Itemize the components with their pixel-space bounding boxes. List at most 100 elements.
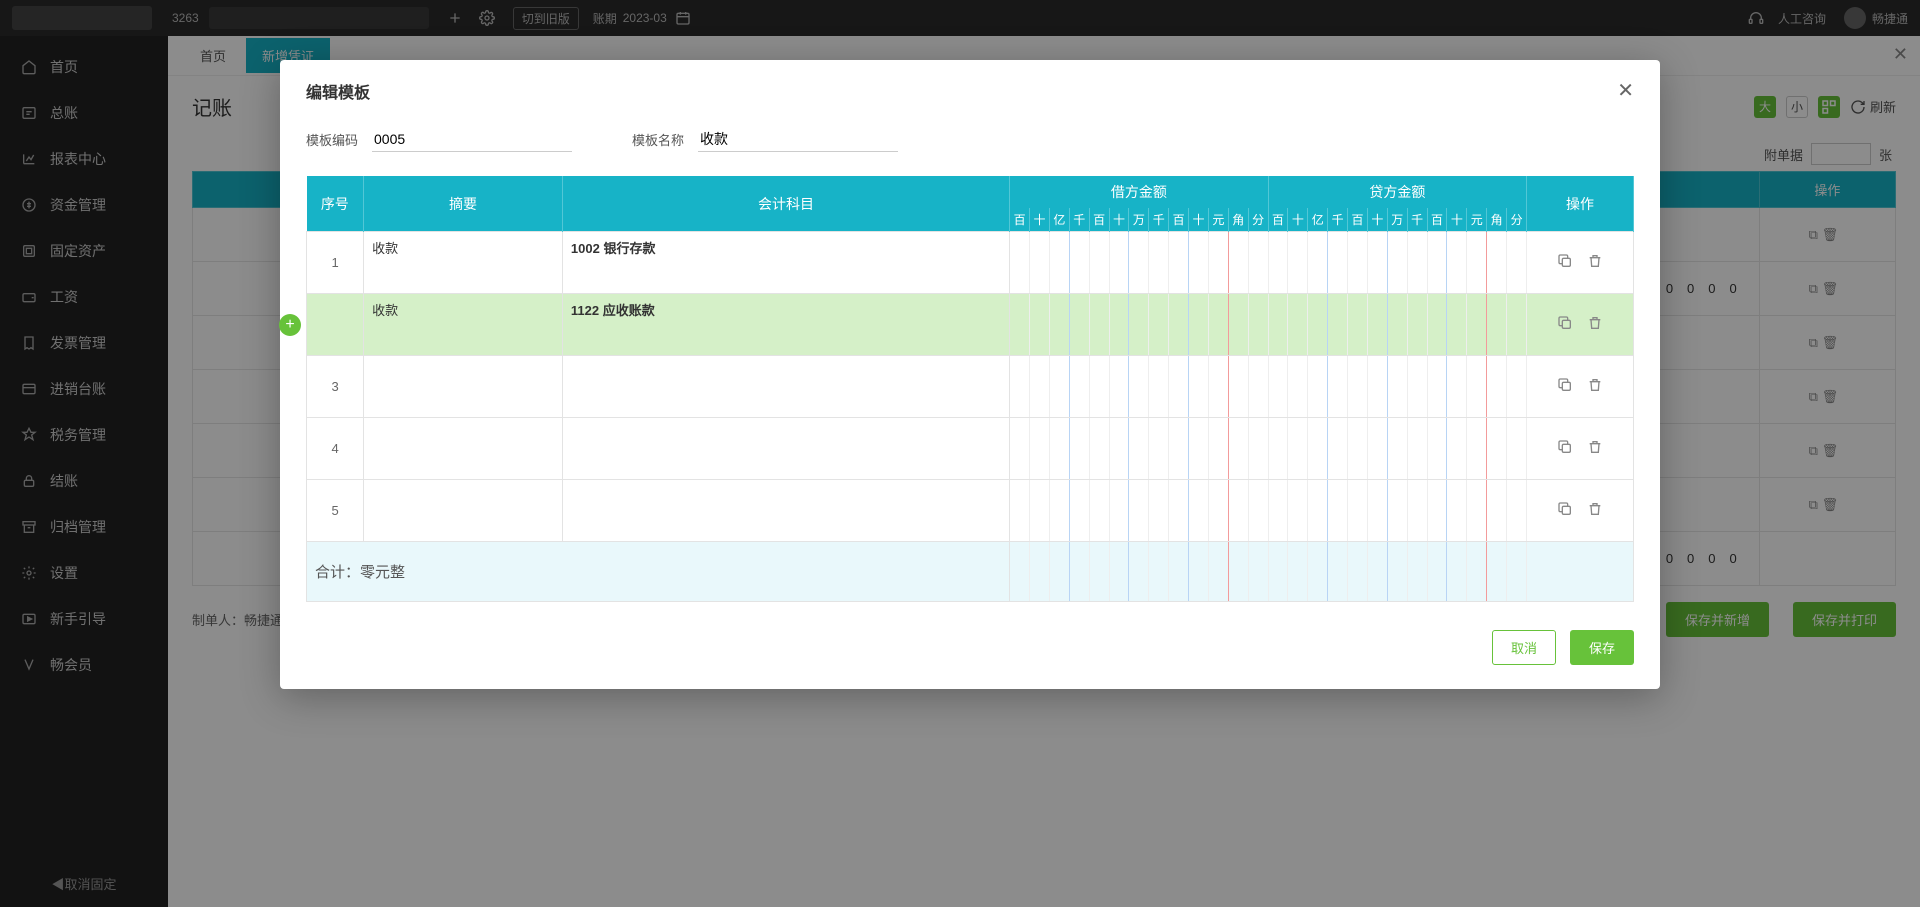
delete-icon[interactable] <box>1587 253 1603 272</box>
amount-digit[interactable] <box>1089 542 1109 602</box>
amount-digit[interactable] <box>1387 542 1407 602</box>
amount-digit[interactable] <box>1487 480 1507 542</box>
amount-digit[interactable] <box>1069 418 1089 480</box>
amount-digit[interactable] <box>1387 418 1407 480</box>
amount-digit[interactable] <box>1129 480 1149 542</box>
amount-digit[interactable] <box>1348 418 1368 480</box>
amount-digit[interactable] <box>1109 294 1129 356</box>
amount-digit[interactable] <box>1407 418 1427 480</box>
amount-digit[interactable] <box>1447 294 1467 356</box>
copy-icon[interactable] <box>1557 253 1573 272</box>
amount-digit[interactable] <box>1288 356 1308 418</box>
amount-digit[interactable] <box>1030 294 1050 356</box>
amount-digit[interactable] <box>1149 480 1169 542</box>
amount-digit[interactable] <box>1348 232 1368 294</box>
amount-digit[interactable] <box>1169 356 1189 418</box>
amount-digit[interactable] <box>1030 418 1050 480</box>
amount-digit[interactable] <box>1248 418 1268 480</box>
amount-digit[interactable] <box>1228 480 1248 542</box>
amount-digit[interactable] <box>1348 356 1368 418</box>
amount-digit[interactable] <box>1248 294 1268 356</box>
amount-digit[interactable] <box>1049 480 1069 542</box>
amount-digit[interactable] <box>1328 356 1348 418</box>
amount-digit[interactable] <box>1169 418 1189 480</box>
amount-digit[interactable] <box>1169 294 1189 356</box>
amount-digit[interactable] <box>1367 294 1387 356</box>
amount-digit[interactable] <box>1208 542 1228 602</box>
amount-digit[interactable] <box>1467 480 1487 542</box>
amount-digit[interactable] <box>1248 232 1268 294</box>
amount-digit[interactable] <box>1328 542 1348 602</box>
amount-digit[interactable] <box>1487 294 1507 356</box>
amount-digit[interactable] <box>1109 480 1129 542</box>
amount-digit[interactable] <box>1129 356 1149 418</box>
amount-digit[interactable] <box>1487 232 1507 294</box>
amount-digit[interactable] <box>1189 480 1209 542</box>
amount-digit[interactable] <box>1407 480 1427 542</box>
row-account[interactable]: 1002 银行存款 <box>562 232 1009 294</box>
amount-digit[interactable] <box>1069 294 1089 356</box>
amount-digit[interactable] <box>1109 232 1129 294</box>
amount-digit[interactable] <box>1348 542 1368 602</box>
amount-digit[interactable] <box>1228 542 1248 602</box>
amount-digit[interactable] <box>1308 356 1328 418</box>
amount-digit[interactable] <box>1407 294 1427 356</box>
amount-digit[interactable] <box>1089 294 1109 356</box>
amount-digit[interactable] <box>1030 542 1050 602</box>
amount-digit[interactable] <box>1308 232 1328 294</box>
row-summary[interactable] <box>364 480 563 542</box>
row-account[interactable] <box>562 480 1009 542</box>
amount-digit[interactable] <box>1348 480 1368 542</box>
amount-digit[interactable] <box>1407 356 1427 418</box>
amount-digit[interactable] <box>1208 294 1228 356</box>
amount-digit[interactable] <box>1189 542 1209 602</box>
amount-digit[interactable] <box>1308 480 1328 542</box>
amount-digit[interactable] <box>1507 232 1527 294</box>
copy-icon[interactable] <box>1557 377 1573 396</box>
amount-digit[interactable] <box>1367 232 1387 294</box>
amount-digit[interactable] <box>1447 418 1467 480</box>
amount-digit[interactable] <box>1030 356 1050 418</box>
amount-digit[interactable] <box>1328 294 1348 356</box>
amount-digit[interactable] <box>1089 418 1109 480</box>
amount-digit[interactable] <box>1447 232 1467 294</box>
amount-digit[interactable] <box>1208 480 1228 542</box>
amount-digit[interactable] <box>1367 418 1387 480</box>
amount-digit[interactable] <box>1228 356 1248 418</box>
delete-icon[interactable] <box>1587 315 1603 334</box>
delete-icon[interactable] <box>1587 501 1603 520</box>
amount-digit[interactable] <box>1427 232 1447 294</box>
amount-digit[interactable] <box>1328 232 1348 294</box>
amount-digit[interactable] <box>1109 356 1129 418</box>
amount-digit[interactable] <box>1149 232 1169 294</box>
amount-digit[interactable] <box>1288 542 1308 602</box>
amount-digit[interactable] <box>1149 294 1169 356</box>
amount-digit[interactable] <box>1109 418 1129 480</box>
amount-digit[interactable] <box>1049 542 1069 602</box>
amount-digit[interactable] <box>1268 232 1288 294</box>
amount-digit[interactable] <box>1129 542 1149 602</box>
amount-digit[interactable] <box>1109 542 1129 602</box>
row-summary[interactable] <box>364 356 563 418</box>
amount-digit[interactable] <box>1427 418 1447 480</box>
row-account[interactable] <box>562 418 1009 480</box>
amount-digit[interactable] <box>1288 232 1308 294</box>
amount-digit[interactable] <box>1129 294 1149 356</box>
amount-digit[interactable] <box>1387 356 1407 418</box>
amount-digit[interactable] <box>1010 356 1030 418</box>
amount-digit[interactable] <box>1069 356 1089 418</box>
amount-digit[interactable] <box>1407 542 1427 602</box>
row-account[interactable] <box>562 356 1009 418</box>
add-row-button[interactable]: + <box>279 314 301 336</box>
amount-digit[interactable] <box>1268 480 1288 542</box>
amount-digit[interactable] <box>1427 480 1447 542</box>
amount-digit[interactable] <box>1049 294 1069 356</box>
amount-digit[interactable] <box>1348 294 1368 356</box>
amount-digit[interactable] <box>1208 232 1228 294</box>
amount-digit[interactable] <box>1467 542 1487 602</box>
amount-digit[interactable] <box>1328 418 1348 480</box>
amount-digit[interactable] <box>1387 480 1407 542</box>
amount-digit[interactable] <box>1049 232 1069 294</box>
amount-digit[interactable] <box>1030 480 1050 542</box>
amount-digit[interactable] <box>1010 232 1030 294</box>
